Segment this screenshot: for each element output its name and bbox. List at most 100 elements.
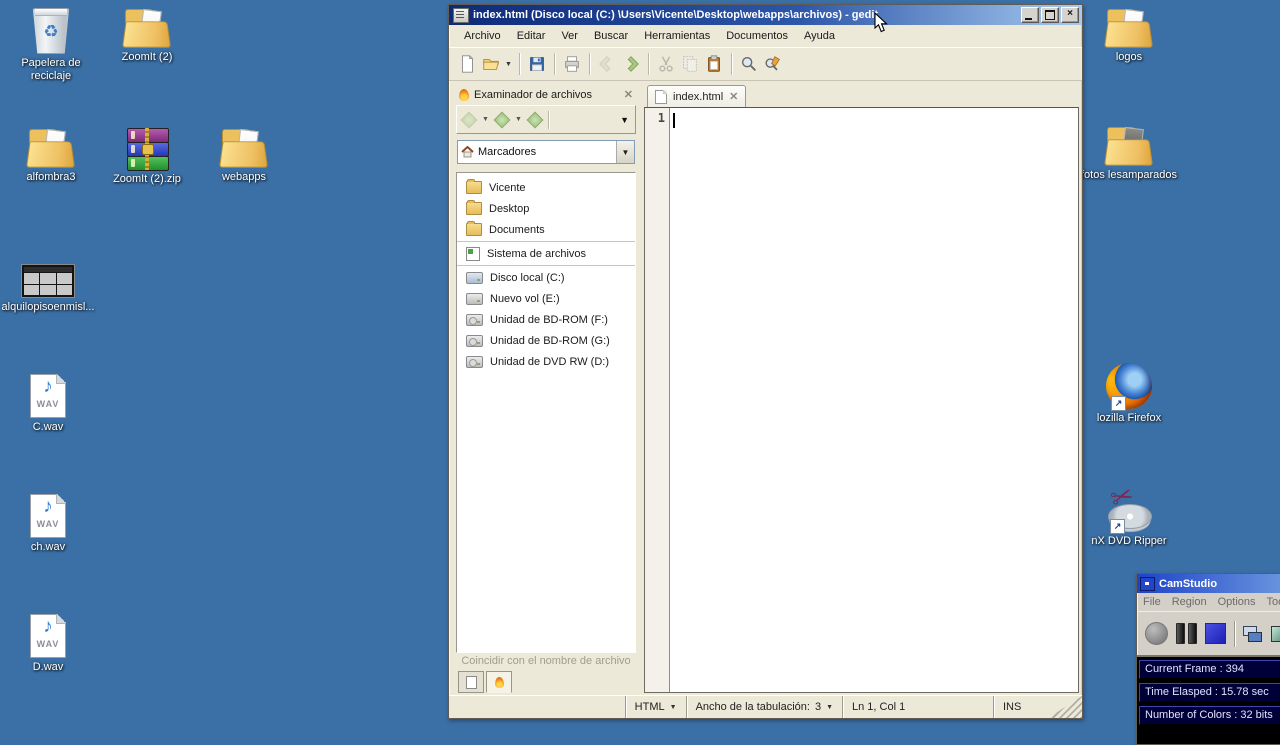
bookmark-documents[interactable]: Documents <box>457 219 635 240</box>
print-icon[interactable] <box>560 52 584 76</box>
tab-index-html[interactable]: index.html ✕ <box>647 85 747 107</box>
desktop-icon-firefox[interactable]: ↗ lozilla Firefox <box>1081 363 1177 425</box>
menu-options[interactable]: Options <box>1218 596 1256 608</box>
bookmark-drive-c[interactable]: Disco local (C:) <box>457 267 635 288</box>
tab-width-selector[interactable]: Ancho de la tabulación: 3 ▼ <box>685 696 842 718</box>
bookmark-filesystem[interactable]: Sistema de archivos <box>457 243 635 264</box>
resize-grip[interactable] <box>1048 696 1082 718</box>
back-icon[interactable] <box>460 111 478 128</box>
camstudio-app-icon <box>1140 576 1155 591</box>
desktop-icon-fotos[interactable]: fotos lesamparados <box>1081 126 1177 182</box>
menu-ayuda[interactable]: Ayuda <box>797 28 842 44</box>
desktop: { "colors": { "desktop_background": "#3B… <box>0 0 1280 745</box>
bookmark-drive-g[interactable]: Unidad de BD-ROM (G:) <box>457 330 635 351</box>
image-thumbnail-icon <box>21 264 75 298</box>
screen-capture-icon[interactable] <box>1271 625 1280 642</box>
back-dropdown-icon[interactable]: ▼ <box>482 116 489 123</box>
open-dropdown-icon[interactable]: ▼ <box>503 52 514 76</box>
find-icon[interactable] <box>737 52 761 76</box>
camstudio-titlebar[interactable]: CamStudio <box>1137 574 1280 593</box>
menu-editar[interactable]: Editar <box>510 28 553 44</box>
up-icon[interactable] <box>526 111 544 128</box>
menu-file[interactable]: File <box>1143 596 1161 608</box>
music-note-icon: ♪ <box>43 376 53 397</box>
language-selector[interactable]: HTML ▼ <box>624 696 686 718</box>
desktop-icon-zoomit-folder[interactable]: ZoomIt (2) <box>99 8 195 64</box>
match-filename-option[interactable]: Coincidir con el nombre de archivo <box>456 653 636 670</box>
bookmark-desktop[interactable]: Desktop <box>457 198 635 219</box>
desktop-icon-recycle-bin[interactable]: ♻ Papelera de reciclaje <box>3 8 99 83</box>
pause-button[interactable] <box>1176 623 1197 644</box>
wav-file-icon: ♪ WAV <box>30 494 66 538</box>
winrar-archive-icon <box>127 128 169 171</box>
menu-herramientas[interactable]: Herramientas <box>637 28 717 44</box>
menu-archivo[interactable]: Archivo <box>457 28 508 44</box>
cut-icon[interactable] <box>654 52 678 76</box>
forward-icon[interactable] <box>493 111 511 128</box>
copy-icon[interactable] <box>678 52 702 76</box>
menu-documentos[interactable]: Documentos <box>719 28 795 44</box>
stop-button[interactable] <box>1205 623 1226 644</box>
minimize-button[interactable] <box>1021 7 1039 23</box>
side-panel-header: Examinador de archivos ✕ <box>456 85 636 105</box>
side-panel-close-icon[interactable]: ✕ <box>624 90 633 101</box>
open-file-icon[interactable] <box>479 52 503 76</box>
desktop-icon-d-wav[interactable]: ♪ WAV D.wav <box>0 614 96 674</box>
save-icon[interactable] <box>525 52 549 76</box>
desktop-icon-dvd-ripper[interactable]: ✂ ↗ nX DVD Ripper <box>1081 479 1177 548</box>
location-combobox[interactable]: Marcadores ▼ <box>457 140 635 164</box>
gedit-main-area: Examinador de archivos ✕ ▼ ▼ ▼ Marcadore… <box>449 81 1082 695</box>
redo-icon[interactable] <box>619 52 643 76</box>
gedit-window: index.html (Disco local (C:) \Users\Vice… <box>448 4 1083 719</box>
replace-icon[interactable] <box>761 52 785 76</box>
documents-panel-tab[interactable] <box>458 671 484 693</box>
menu-region[interactable]: Region <box>1172 596 1207 608</box>
cursor-position: Ln 1, Col 1 <box>842 696 993 718</box>
record-button[interactable] <box>1145 622 1168 645</box>
forward-dropdown-icon[interactable]: ▼ <box>515 116 522 123</box>
paste-icon[interactable] <box>702 52 726 76</box>
combobox-dropdown-icon[interactable]: ▼ <box>616 141 634 163</box>
location-combobox-value: Marcadores <box>478 146 537 158</box>
desktop-icon-zoomit-zip[interactable]: ZoomIt (2).zip <box>99 128 195 186</box>
new-document-icon[interactable] <box>455 52 479 76</box>
file-browser-panel-tab[interactable] <box>486 671 512 693</box>
camstudio-menubar: File Region Options Tools <box>1137 593 1280 611</box>
menu-tools[interactable]: Tools <box>1267 596 1280 608</box>
filesystem-icon <box>466 246 480 261</box>
gedit-app-icon <box>453 7 469 23</box>
bookmark-drive-f[interactable]: Unidad de BD-ROM (F:) <box>457 309 635 330</box>
home-icon <box>461 146 474 158</box>
desktop-icon-label: D.wav <box>32 661 64 673</box>
window-title: index.html (Disco local (C:) \Users\Vice… <box>473 9 879 21</box>
menu-ver[interactable]: Ver <box>554 28 585 44</box>
bookmark-drive-e[interactable]: Nuevo vol (E:) <box>457 288 635 309</box>
text-editor[interactable]: 1 <box>644 107 1079 693</box>
wav-file-icon: ♪ WAV <box>30 614 66 658</box>
desktop-icon-alquilopiso-image[interactable]: alquilopisoenmisl... <box>0 264 96 314</box>
desktop-icon-alfombra3[interactable]: alfombra3 <box>3 128 99 184</box>
desktop-icon-label: logos <box>1115 51 1143 63</box>
tab-close-icon[interactable]: ✕ <box>729 91 738 102</box>
gedit-menubar: Archivo Editar Ver Buscar Herramientas D… <box>449 25 1082 48</box>
annotation-icon[interactable] <box>1243 625 1263 642</box>
editor-area: index.html ✕ 1 <box>644 85 1079 693</box>
gedit-titlebar[interactable]: index.html (Disco local (C:) \Users\Vice… <box>449 5 1082 25</box>
desktop-icon-webapps[interactable]: webapps <box>196 128 292 184</box>
drive-icon <box>466 292 483 305</box>
undo-icon[interactable] <box>595 52 619 76</box>
maximize-button[interactable] <box>1041 7 1059 23</box>
desktop-icon-ch-wav[interactable]: ♪ WAV ch.wav <box>0 494 96 554</box>
panel-splitter[interactable] <box>636 85 644 693</box>
bookmark-drive-d[interactable]: Unidad de DVD RW (D:) <box>457 351 635 372</box>
desktop-icon-label: ZoomIt (2).zip <box>113 173 181 185</box>
desktop-icon-c-wav[interactable]: ♪ WAV C.wav <box>0 374 96 434</box>
desktop-icon-logos[interactable]: logos <box>1081 8 1177 64</box>
close-button[interactable]: × <box>1061 7 1079 23</box>
gedit-statusbar: HTML ▼ Ancho de la tabulación: 3 ▼ Ln 1,… <box>449 695 1082 718</box>
document-icon <box>655 89 667 104</box>
menu-buscar[interactable]: Buscar <box>587 28 635 44</box>
folder-icon <box>1103 8 1154 48</box>
nav-overflow-dropdown-icon[interactable]: ▼ <box>620 115 629 125</box>
bookmark-vicente[interactable]: Vicente <box>457 177 635 198</box>
